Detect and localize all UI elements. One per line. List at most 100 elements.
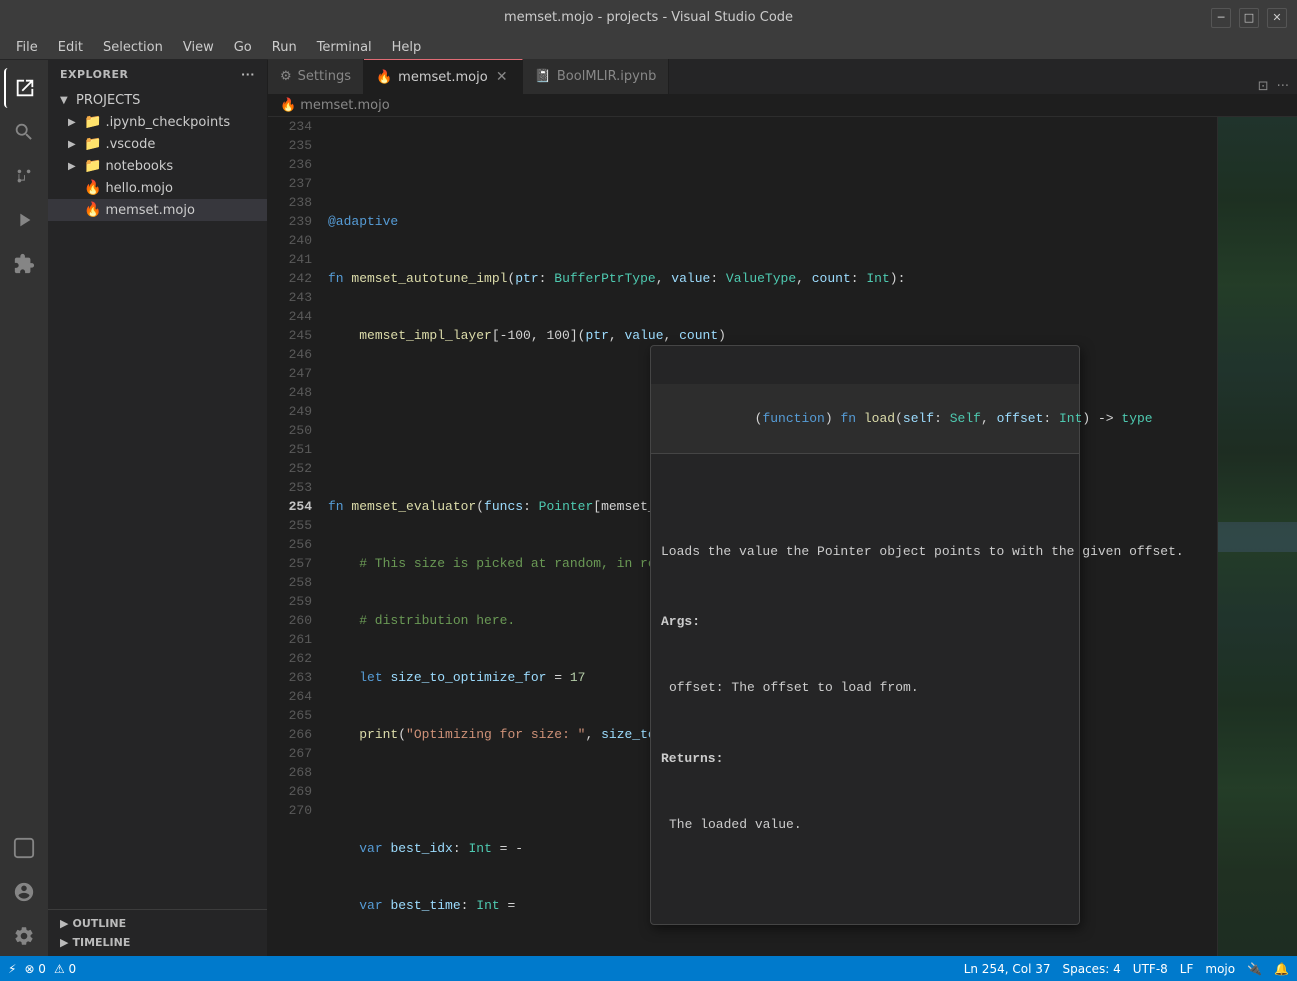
tab-boolmlir[interactable]: 📓 BoolMLIR.ipynb xyxy=(523,59,670,94)
status-bar: ⚡ ⊗ 0 ⚠ 0 Ln 254, Col 37 Spaces: 4 UTF-8… xyxy=(0,956,1297,981)
tooltip-args-offset: offset: The offset to load from. xyxy=(669,678,1069,699)
tab-bar: ⚙ Settings 🔥 memset.mojo ✕ 📓 BoolMLIR.ip… xyxy=(268,60,1297,95)
sidebar-more-button[interactable]: ··· xyxy=(241,68,255,81)
file-tree: ▼ PROJECTS ▶ 📁 .ipynb_checkpoints ▶ 📁 .v… xyxy=(48,89,267,221)
account-activity-icon[interactable] xyxy=(4,872,44,912)
tooltip-header: (function) fn load(self: Self, offset: I… xyxy=(651,384,1079,454)
minimap xyxy=(1217,117,1297,956)
menu-help[interactable]: Help xyxy=(384,38,430,57)
status-left: ⚡ ⊗ 0 ⚠ 0 xyxy=(8,962,76,976)
tree-item-label: .vscode xyxy=(105,137,155,152)
tab-label: Settings xyxy=(298,69,351,84)
activity-bar xyxy=(0,60,48,956)
notebook-tab-icon: 📓 xyxy=(535,69,551,84)
tree-item-notebooks[interactable]: ▶ 📁 notebooks xyxy=(48,155,267,177)
tree-arrow-icon: ▼ xyxy=(60,95,76,106)
projects-label: PROJECTS xyxy=(76,93,140,108)
tree-item-label: hello.mojo xyxy=(105,181,173,196)
code-line-237: memset_impl_layer[-100, 100](ptr, value,… xyxy=(328,326,1217,345)
window-title: memset.mojo - projects - Visual Studio C… xyxy=(504,10,793,25)
timeline-section[interactable]: ▶ TIMELINE xyxy=(48,933,267,952)
tooltip-args-label: Args: xyxy=(661,614,700,629)
sidebar-header: EXPLORER ··· xyxy=(48,60,267,89)
cursor-position[interactable]: Ln 254, Col 37 xyxy=(964,962,1051,976)
menu-selection[interactable]: Selection xyxy=(95,38,171,57)
maximize-button[interactable]: □ xyxy=(1239,8,1259,28)
tree-item-memset-mojo[interactable]: 🔥 memset.mojo xyxy=(48,199,267,221)
folder-icon: 📁 xyxy=(84,114,101,130)
search-activity-icon[interactable] xyxy=(4,112,44,152)
source-control-activity-icon[interactable] xyxy=(4,156,44,196)
more-actions-icon[interactable]: ··· xyxy=(1277,79,1289,94)
tooltip-body: Loads the value the Pointer object point… xyxy=(651,492,1079,886)
mojo-file-icon: 🔥 xyxy=(84,180,101,196)
tooltip-returns-label: Returns: xyxy=(661,751,723,766)
folder-arrow-icon: ▶ xyxy=(68,117,84,128)
outline-label: OUTLINE xyxy=(72,917,126,930)
folder-arrow-icon: ▶ xyxy=(68,139,84,150)
error-count[interactable]: ⊗ 0 xyxy=(24,962,46,976)
sidebar-bottom: ▶ OUTLINE ▶ TIMELINE xyxy=(48,909,267,956)
tree-item-label: memset.mojo xyxy=(105,203,195,218)
breadcrumb: 🔥 memset.mojo xyxy=(268,95,1297,117)
status-right: Ln 254, Col 37 Spaces: 4 UTF-8 LF mojo 🔌… xyxy=(964,962,1289,976)
tree-item-label: .ipynb_checkpoints xyxy=(105,115,230,130)
code-line-235: @adaptive xyxy=(328,212,1217,231)
split-editor-icon[interactable]: ⊡ xyxy=(1258,79,1269,94)
menu-bar: File Edit Selection View Go Run Terminal… xyxy=(0,35,1297,60)
explorer-label: EXPLORER xyxy=(60,68,128,81)
close-button[interactable]: ✕ xyxy=(1267,8,1287,28)
tab-memset-mojo[interactable]: 🔥 memset.mojo ✕ xyxy=(364,59,523,94)
menu-run[interactable]: Run xyxy=(264,38,305,57)
tree-item-vscode[interactable]: ▶ 📁 .vscode xyxy=(48,133,267,155)
line-ending[interactable]: LF xyxy=(1180,962,1194,976)
tab-close-button[interactable]: ✕ xyxy=(494,69,510,85)
explorer-activity-icon[interactable] xyxy=(4,68,44,108)
tab-label: memset.mojo xyxy=(398,70,488,85)
tree-item-label: notebooks xyxy=(105,159,173,174)
breadcrumb-path: memset.mojo xyxy=(300,98,390,113)
menu-terminal[interactable]: Terminal xyxy=(309,38,380,57)
timeline-label: TIMELINE xyxy=(72,936,130,949)
extensions-activity-icon[interactable] xyxy=(4,244,44,284)
tabs-actions: ⊡ ··· xyxy=(1250,79,1297,94)
tab-settings[interactable]: ⚙ Settings xyxy=(268,59,364,94)
hover-tooltip: (function) fn load(self: Self, offset: I… xyxy=(650,345,1080,925)
tab-label: BoolMLIR.ipynb xyxy=(557,69,656,84)
code-line-236: fn memset_autotune_impl(ptr: BufferPtrTy… xyxy=(328,269,1217,288)
tree-root-item[interactable]: ▼ PROJECTS xyxy=(48,89,267,111)
remote-indicator-icon[interactable]: 🔌 xyxy=(1247,962,1262,976)
menu-edit[interactable]: Edit xyxy=(50,38,91,57)
folder-icon: 📁 xyxy=(84,136,101,152)
code-editor[interactable]: 234 235 236 237 238 239 240 241 242 243 … xyxy=(268,117,1297,956)
tree-item-hello-mojo[interactable]: 🔥 hello.mojo xyxy=(48,177,267,199)
menu-go[interactable]: Go xyxy=(226,38,260,57)
line-numbers: 234 235 236 237 238 239 240 241 242 243 … xyxy=(268,117,320,956)
code-content[interactable]: @adaptive fn memset_autotune_impl(ptr: B… xyxy=(320,117,1217,956)
code-line-248 xyxy=(328,953,1217,956)
editor-area: ⚙ Settings 🔥 memset.mojo ✕ 📓 BoolMLIR.ip… xyxy=(268,60,1297,956)
indent-size[interactable]: Spaces: 4 xyxy=(1062,962,1120,976)
language-mode[interactable]: mojo xyxy=(1205,962,1235,976)
minimize-button[interactable]: ─ xyxy=(1211,8,1231,28)
menu-file[interactable]: File xyxy=(8,38,46,57)
tooltip-description: Loads the value the Pointer object point… xyxy=(661,542,1069,563)
file-encoding[interactable]: UTF-8 xyxy=(1133,962,1168,976)
run-debug-activity-icon[interactable] xyxy=(4,200,44,240)
remote-status-icon[interactable]: ⚡ xyxy=(8,962,16,976)
minimap-canvas xyxy=(1218,117,1297,956)
code-line-234 xyxy=(328,155,1217,174)
mojo-tab-icon: 🔥 xyxy=(376,70,392,85)
notification-icon[interactable]: 🔔 xyxy=(1274,962,1289,976)
settings-activity-icon[interactable] xyxy=(4,916,44,956)
menu-view[interactable]: View xyxy=(175,38,222,57)
remote-activity-icon[interactable] xyxy=(4,828,44,868)
tree-item-checkpoints[interactable]: ▶ 📁 .ipynb_checkpoints xyxy=(48,111,267,133)
outline-arrow-icon: ▶ xyxy=(60,917,68,930)
breadcrumb-icon: 🔥 xyxy=(280,98,296,113)
title-bar: memset.mojo - projects - Visual Studio C… xyxy=(0,0,1297,35)
warning-count[interactable]: ⚠ 0 xyxy=(54,962,76,976)
folder-arrow-icon: ▶ xyxy=(68,161,84,172)
mojo-file-icon: 🔥 xyxy=(84,202,101,218)
outline-section[interactable]: ▶ OUTLINE xyxy=(48,914,267,933)
